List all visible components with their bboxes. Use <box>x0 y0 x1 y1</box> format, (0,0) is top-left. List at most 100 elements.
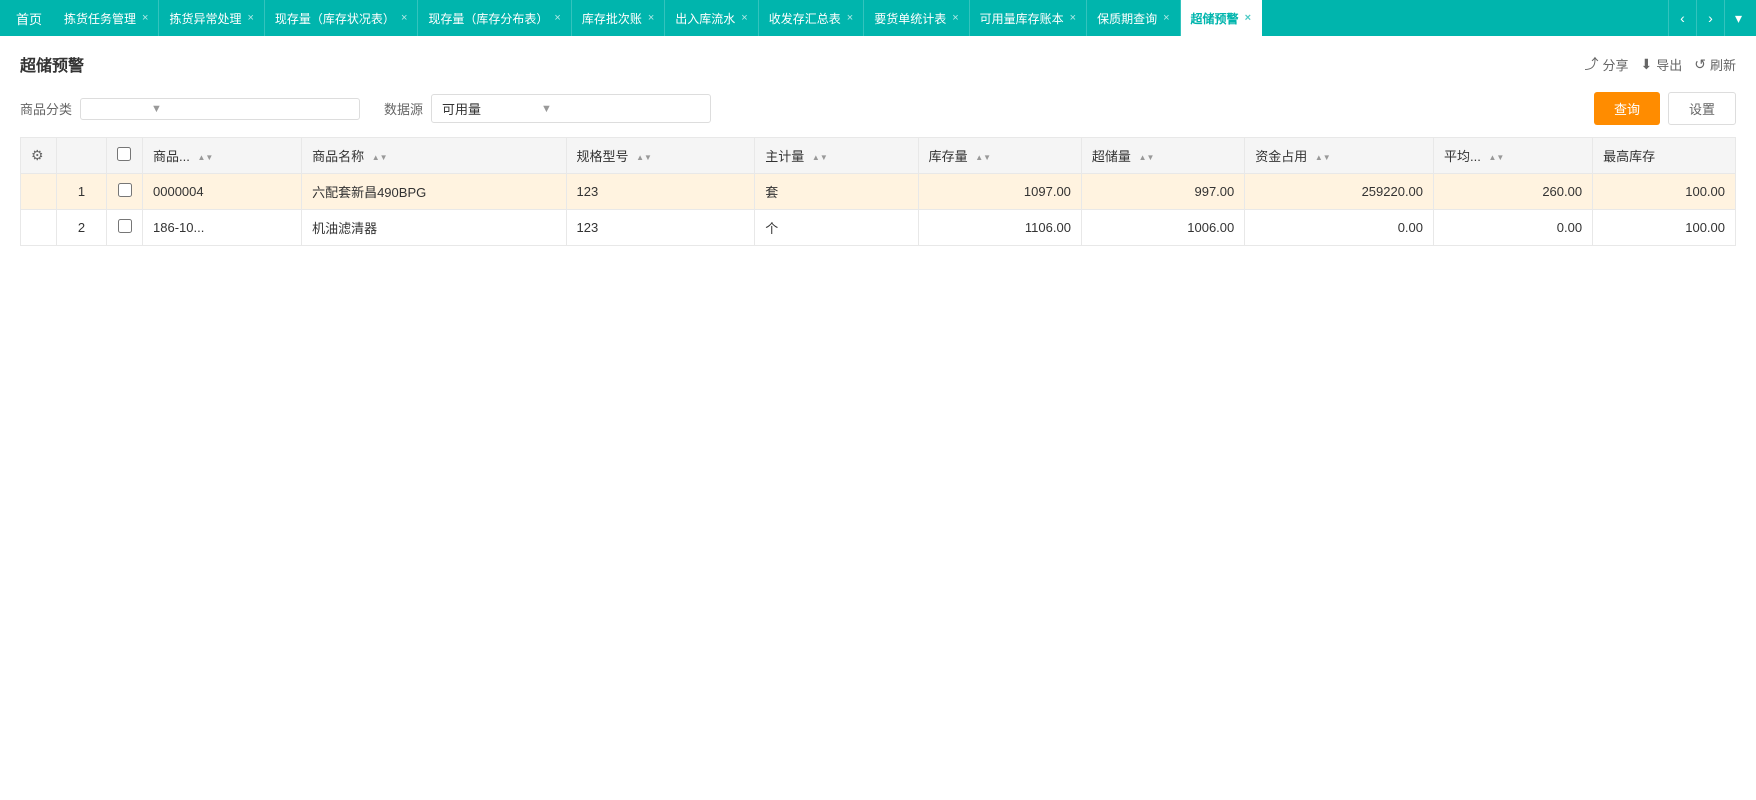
table-row: 1 0000004 六配套新昌490BPG 123 套 1097.00 997.… <box>21 174 1736 210</box>
col-header-stock[interactable]: 库存量 ▲▼ <box>918 138 1081 174</box>
row-product-name-0: 六配套新昌490BPG <box>302 174 566 210</box>
col-header-avg[interactable]: 平均... ▲▼ <box>1434 138 1593 174</box>
close-tab-4[interactable]: × <box>648 12 654 24</box>
nav-next-button[interactable]: › <box>1696 0 1724 36</box>
top-nav: 首页 拣货任务管理 × 拣货异常处理 × 现存量（库存状况表） × 现存量（库存… <box>0 0 1756 36</box>
row-checkbox-1[interactable] <box>118 219 132 233</box>
nav-prev-button[interactable]: ‹ <box>1668 0 1696 36</box>
row-checkbox-0[interactable] <box>118 183 132 197</box>
nav-tab-3[interactable]: 现存量（库存分布表） × <box>418 0 571 36</box>
table-body: 1 0000004 六配套新昌490BPG 123 套 1097.00 997.… <box>21 174 1736 246</box>
table-header: ⚙ 商品... ▲▼ 商品名称 ▲▼ 规格型号 ▲▼ <box>21 138 1736 174</box>
nav-tab-0[interactable]: 拣货任务管理 × <box>54 0 159 36</box>
sort-icon-avg: ▲▼ <box>1488 154 1504 162</box>
row-seq-1: 2 <box>57 210 107 246</box>
col-header-capital[interactable]: 资金占用 ▲▼ <box>1245 138 1434 174</box>
share-button[interactable]: ⤴ 分享 <box>1584 54 1628 74</box>
row-avg-1: 0.00 <box>1434 210 1593 246</box>
close-tab-0[interactable]: × <box>142 12 148 24</box>
col-header-check <box>107 138 143 174</box>
datasource-label: 数据源 <box>384 99 423 118</box>
export-button[interactable]: ⬇ 导出 <box>1641 55 1683 74</box>
nav-tab-10[interactable]: 超储预警 × <box>1181 0 1262 36</box>
nav-tab-4[interactable]: 库存批次账 × <box>572 0 665 36</box>
row-product-name-1: 机油滤清器 <box>302 210 566 246</box>
sort-icon-capital: ▲▼ <box>1315 154 1331 162</box>
datasource-select[interactable]: 可用量 ▼ <box>431 94 711 123</box>
close-tab-1[interactable]: × <box>247 12 253 24</box>
close-tab-5[interactable]: × <box>741 12 747 24</box>
refresh-icon: ↺ <box>1694 56 1706 73</box>
nav-tab-6[interactable]: 收发存汇总表 × <box>759 0 864 36</box>
category-select-arrow-icon: ▼ <box>151 103 162 115</box>
datasource-select-text: 可用量 <box>442 99 481 118</box>
row-unit-0: 套 <box>755 174 918 210</box>
datasource-filter-group: 数据源 可用量 ▼ <box>384 94 711 123</box>
col-header-seq <box>57 138 107 174</box>
query-button[interactable]: 查询 <box>1594 92 1660 125</box>
row-overstock-1: 1006.00 <box>1081 210 1244 246</box>
row-max-stock-0: 100.00 <box>1593 174 1736 210</box>
row-capital-1: 0.00 <box>1245 210 1434 246</box>
filter-actions: 查询 设置 <box>1594 92 1736 125</box>
close-tab-6[interactable]: × <box>847 12 853 24</box>
refresh-button[interactable]: ↺ 刷新 <box>1694 55 1736 74</box>
page-title-row: 超储预警 ⤴ 分享 ⬇ 导出 ↺ 刷新 <box>20 52 1736 76</box>
table-row: 2 186-10... 机油滤清器 123 个 1106.00 1006.00 … <box>21 210 1736 246</box>
col-header-overstock[interactable]: 超储量 ▲▼ <box>1081 138 1244 174</box>
row-seq-0: 1 <box>57 174 107 210</box>
filter-row: 商品分类 ▼ 数据源 可用量 ▼ 查询 设置 <box>20 92 1736 125</box>
close-tab-9[interactable]: × <box>1163 12 1169 24</box>
page-title: 超储预警 <box>20 52 84 76</box>
nav-tab-1[interactable]: 拣货异常处理 × <box>159 0 264 36</box>
data-table: ⚙ 商品... ▲▼ 商品名称 ▲▼ 规格型号 ▲▼ <box>20 137 1736 246</box>
row-max-stock-1: 100.00 <box>1593 210 1736 246</box>
row-spec-1: 123 <box>566 210 755 246</box>
gear-icon[interactable]: ⚙ <box>31 147 44 163</box>
col-header-product-code[interactable]: 商品... ▲▼ <box>143 138 302 174</box>
row-stock-0: 1097.00 <box>918 174 1081 210</box>
row-check-0 <box>107 174 143 210</box>
sort-icon-overstock: ▲▼ <box>1139 154 1155 162</box>
sort-icon-spec: ▲▼ <box>636 154 652 162</box>
sort-icon-stock: ▲▼ <box>975 154 991 162</box>
nav-tab-5[interactable]: 出入库流水 × <box>665 0 758 36</box>
nav-arrows: ‹ › ▾ <box>1668 0 1752 36</box>
nav-tab-8[interactable]: 可用量库存账本 × <box>970 0 1087 36</box>
category-filter-group: 商品分类 ▼ <box>20 98 360 120</box>
row-product-code-0: 0000004 <box>143 174 302 210</box>
col-header-product-name[interactable]: 商品名称 ▲▼ <box>302 138 566 174</box>
nav-home[interactable]: 首页 <box>4 0 54 36</box>
row-capital-0: 259220.00 <box>1245 174 1434 210</box>
page-content: 超储预警 ⤴ 分享 ⬇ 导出 ↺ 刷新 商品分类 ▼ 数据源 <box>0 36 1756 262</box>
col-header-spec[interactable]: 规格型号 ▲▼ <box>566 138 755 174</box>
nav-tab-9[interactable]: 保质期查询 × <box>1087 0 1180 36</box>
datasource-select-arrow-icon: ▼ <box>541 103 552 115</box>
category-label: 商品分类 <box>20 99 72 118</box>
share-icon: ⤴ <box>1584 54 1598 74</box>
sort-icon-product-code: ▲▼ <box>197 154 213 162</box>
close-tab-7[interactable]: × <box>952 12 958 24</box>
nav-tab-7[interactable]: 要货单统计表 × <box>864 0 969 36</box>
close-tab-8[interactable]: × <box>1070 12 1076 24</box>
row-spec-0: 123 <box>566 174 755 210</box>
sort-icon-unit: ▲▼ <box>812 154 828 162</box>
col-header-max-stock[interactable]: 最高库存 <box>1593 138 1736 174</box>
close-tab-2[interactable]: × <box>401 12 407 24</box>
category-select[interactable]: ▼ <box>80 98 360 120</box>
export-icon: ⬇ <box>1641 56 1653 73</box>
col-header-settings: ⚙ <box>21 138 57 174</box>
nav-tab-2[interactable]: 现存量（库存状况表） × <box>265 0 418 36</box>
close-tab-10[interactable]: × <box>1245 12 1251 24</box>
select-all-checkbox[interactable] <box>117 147 131 161</box>
settings-button[interactable]: 设置 <box>1668 92 1736 125</box>
row-stock-1: 1106.00 <box>918 210 1081 246</box>
row-overstock-0: 997.00 <box>1081 174 1244 210</box>
col-header-unit[interactable]: 主计量 ▲▼ <box>755 138 918 174</box>
row-avg-0: 260.00 <box>1434 174 1593 210</box>
sort-icon-product-name: ▲▼ <box>372 154 388 162</box>
nav-more-button[interactable]: ▾ <box>1724 0 1752 36</box>
row-check-1 <box>107 210 143 246</box>
close-tab-3[interactable]: × <box>554 12 560 24</box>
title-actions: ⤴ 分享 ⬇ 导出 ↺ 刷新 <box>1584 54 1736 74</box>
